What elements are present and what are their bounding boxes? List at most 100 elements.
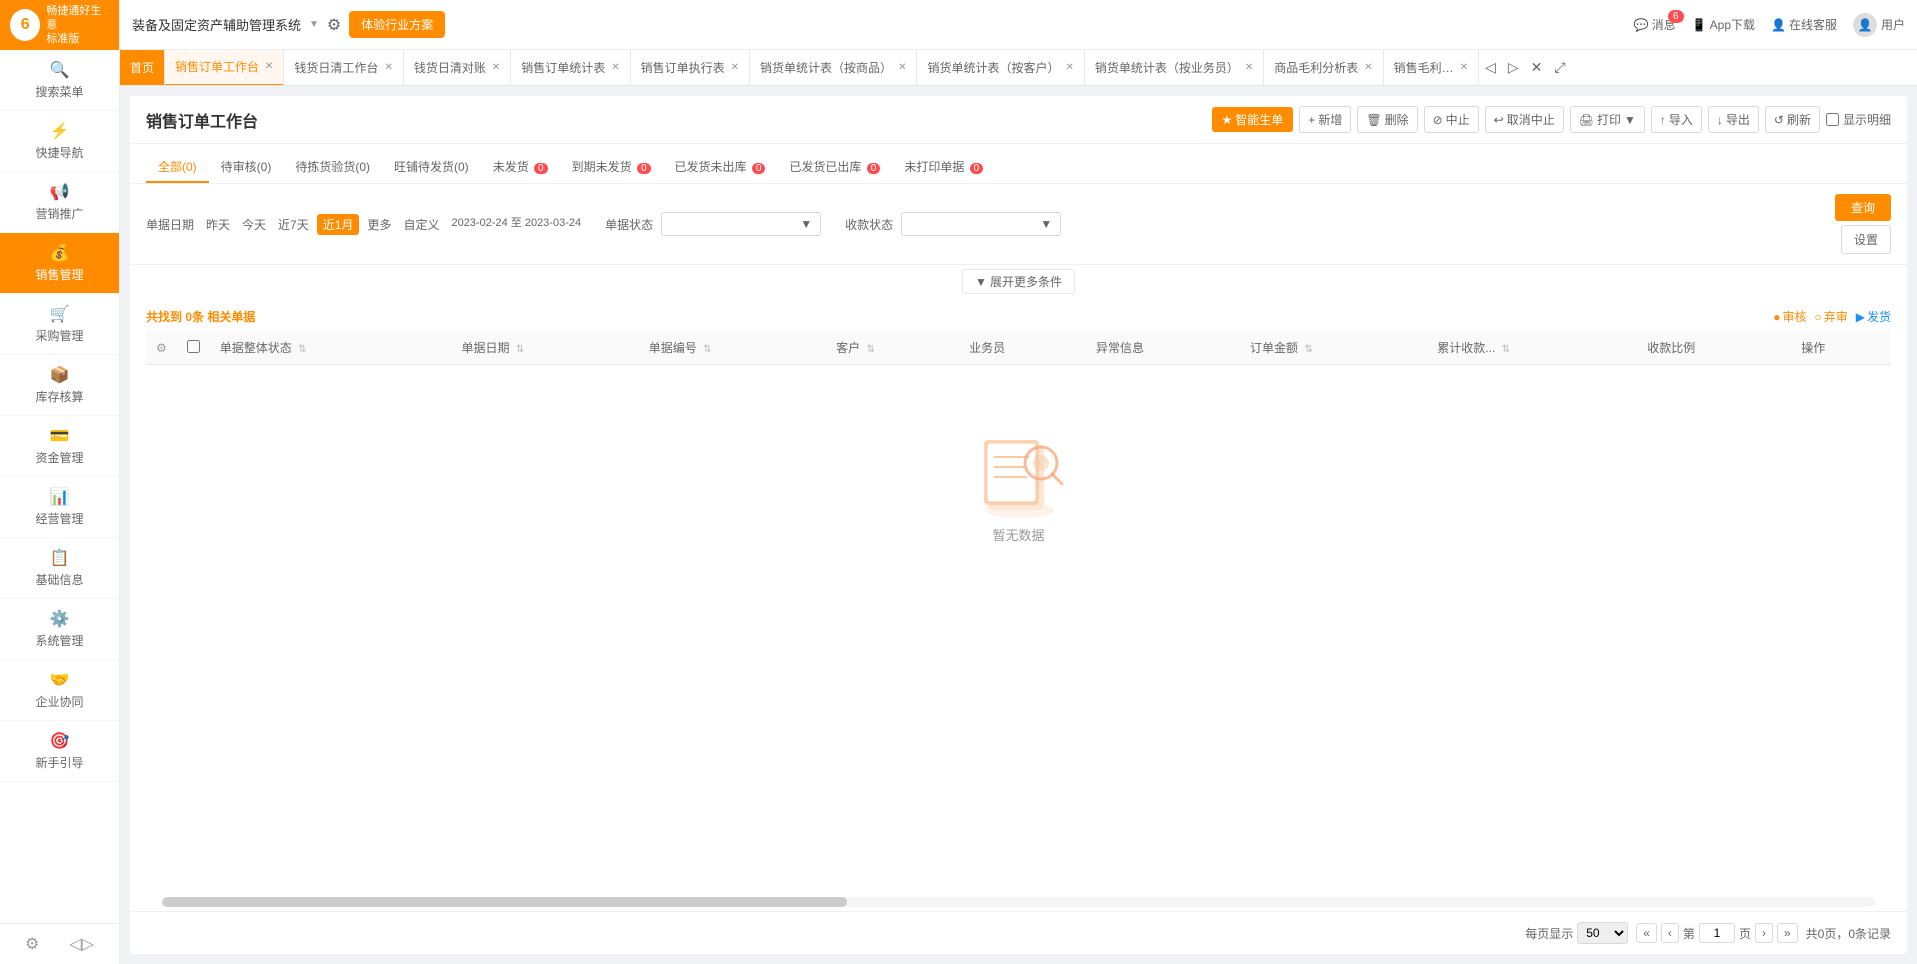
sidebar-item-purchase[interactable]: 🛒 采购管理: [0, 294, 119, 355]
first-page-btn[interactable]: «: [1636, 923, 1657, 943]
tab-cash-daily[interactable]: 钱货日清工作台 ✕: [284, 50, 403, 86]
sub-tab-not-shipped[interactable]: 未发货 0: [481, 152, 560, 183]
tab-close-icon[interactable]: ✕: [1460, 62, 1468, 73]
tab-fullscreen-btn[interactable]: ⤢: [1548, 50, 1571, 86]
sub-tab-not-printed[interactable]: 未打印单据 0: [892, 152, 995, 183]
gear-settings-btn[interactable]: ⚙: [327, 15, 341, 35]
date-today-btn[interactable]: 今天: [238, 214, 270, 235]
settings-footer-btn[interactable]: ⚙: [25, 934, 39, 954]
tab-close-icon[interactable]: ✕: [898, 62, 906, 73]
export-btn[interactable]: ↓ 导出: [1708, 106, 1759, 133]
tab-sales-workbench[interactable]: 销售订单工作台 ✕: [165, 50, 284, 86]
sidebar-item-basic-info[interactable]: 📋 基础信息: [0, 538, 119, 599]
batch-cancel-btn[interactable]: ○ 弃审: [1814, 308, 1847, 325]
app-download-btn[interactable]: 📱 App下载: [1692, 16, 1755, 33]
tab-sales-gross[interactable]: 销售毛利… ✕: [1384, 50, 1479, 86]
tab-home[interactable]: 首页: [120, 50, 165, 86]
online-service-btn[interactable]: 👤 在线客服: [1771, 16, 1837, 33]
tab-gross-margin[interactable]: 商品毛利分析表 ✕: [1264, 50, 1383, 86]
status-filter-select[interactable]: ▼: [661, 212, 821, 236]
query-btn[interactable]: 查询: [1835, 194, 1891, 221]
sub-tab-all[interactable]: 全部(0): [146, 152, 209, 183]
tab-close-icon[interactable]: ✕: [492, 62, 500, 73]
tab-scroll-right-btn[interactable]: ▷: [1502, 50, 1525, 86]
tab-close-icon[interactable]: ✕: [611, 62, 619, 73]
scrollbar-thumb[interactable]: [162, 897, 847, 907]
sub-tab-pending-review[interactable]: 待审核(0): [209, 152, 284, 183]
add-btn[interactable]: + 新增: [1299, 106, 1351, 133]
sidebar-item-capital[interactable]: 💳 资金管理: [0, 416, 119, 477]
shipped-not-out-badge: 0: [752, 163, 766, 174]
select-all-checkbox[interactable]: [187, 340, 200, 353]
sidebar-item-quick-nav[interactable]: ⚡ 快捷导航: [0, 111, 119, 172]
status-sort-icon[interactable]: ⇅: [298, 344, 306, 355]
empty-image: [959, 425, 1079, 525]
tab-sales-stats[interactable]: 销售订单统计表 ✕: [511, 50, 630, 86]
prev-page-btn[interactable]: ‹: [1661, 923, 1679, 943]
sub-tab-shipped-out[interactable]: 已发货已出库 0: [777, 152, 892, 183]
sub-tab-pending-inspect[interactable]: 待拣货验货(0): [283, 152, 382, 183]
tab-close-icon[interactable]: ✕: [731, 62, 739, 73]
print-btn[interactable]: 🖨 打印 ▼: [1570, 106, 1645, 133]
date-1month-btn[interactable]: 近1月: [317, 214, 360, 235]
tab-close-icon[interactable]: ✕: [384, 62, 392, 73]
cancel-stop-btn[interactable]: ↩ 取消中止: [1485, 106, 1564, 133]
collected-sort-icon[interactable]: ⇅: [1502, 344, 1510, 355]
tab-sales-customer[interactable]: 销货单统计表（按客户） ✕: [917, 50, 1084, 86]
message-btn[interactable]: 💬 消息 6: [1634, 16, 1676, 33]
table-header-row: ⚙ 单据整体状态 ⇅ 单据日期 ⇅: [146, 331, 1891, 365]
last-page-btn[interactable]: »: [1777, 923, 1798, 943]
horizontal-scrollbar[interactable]: [162, 897, 1875, 907]
refresh-btn[interactable]: ↺ 刷新: [1765, 106, 1820, 133]
sidebar-item-inventory[interactable]: 📦 库存核算: [0, 355, 119, 416]
sub-tab-overdue-not-shipped[interactable]: 到期未发货 0: [560, 152, 663, 183]
date-yesterday-btn[interactable]: 昨天: [202, 214, 234, 235]
collapse-sidebar-btn[interactable]: ◁▷: [69, 934, 94, 954]
page-size-select[interactable]: 10 20 50 100: [1577, 922, 1628, 944]
delete-btn[interactable]: 🗑 删除: [1357, 106, 1417, 133]
empty-illustration: [959, 425, 1079, 525]
tab-sales-exec[interactable]: 销售订单执行表 ✕: [631, 50, 750, 86]
date-sort-icon[interactable]: ⇅: [516, 344, 524, 355]
sub-tab-wangpu-ship[interactable]: 旺铺待发货(0): [382, 152, 481, 183]
sidebar-item-search[interactable]: 🔍 搜索菜单: [0, 50, 119, 111]
tab-close-icon[interactable]: ✕: [1364, 62, 1372, 73]
tab-sales-staff[interactable]: 销货单统计表（按业务员） ✕: [1085, 50, 1264, 86]
industry-solution-btn[interactable]: 体验行业方案: [349, 11, 445, 38]
payment-filter-select[interactable]: ▼: [901, 212, 1061, 236]
tab-close-icon[interactable]: ✕: [265, 61, 273, 72]
sub-tab-shipped-not-out[interactable]: 已发货未出库 0: [663, 152, 778, 183]
set-btn[interactable]: 设置: [1841, 225, 1891, 254]
page-number-input[interactable]: [1699, 923, 1735, 943]
date-more-btn[interactable]: 更多: [363, 214, 395, 235]
sidebar-item-sys-admin[interactable]: ⚙️ 系统管理: [0, 599, 119, 660]
tab-scroll-left-btn[interactable]: ◁: [1479, 50, 1502, 86]
sidebar-item-operations[interactable]: 📊 经营管理: [0, 477, 119, 538]
batch-review-btn[interactable]: ● 审核: [1773, 308, 1806, 325]
date-7days-btn[interactable]: 近7天: [274, 214, 313, 235]
import-btn[interactable]: ↑ 导入: [1651, 106, 1702, 133]
sidebar-item-enterprise[interactable]: 🤝 企业协同: [0, 660, 119, 721]
sidebar-footer: ⚙ ◁▷: [0, 923, 119, 964]
tab-close-icon[interactable]: ✕: [1245, 62, 1253, 73]
th-settings[interactable]: ⚙: [146, 331, 177, 365]
sidebar-item-sales[interactable]: 💰 销售管理: [0, 233, 119, 294]
user-menu-btn[interactable]: 👤 用户: [1853, 13, 1905, 37]
number-sort-icon[interactable]: ⇅: [703, 344, 711, 355]
tab-close-all-btn[interactable]: ✕: [1525, 50, 1549, 86]
show-detail-checkbox[interactable]: [1826, 113, 1839, 126]
sidebar-item-guide[interactable]: 🎯 新手引导: [0, 721, 119, 782]
stop-btn[interactable]: ⊘ 中止: [1424, 106, 1479, 133]
tab-close-icon[interactable]: ✕: [1065, 62, 1073, 73]
tab-cash-reconcile[interactable]: 钱货日清对账 ✕: [404, 50, 511, 86]
show-detail-label[interactable]: 显示明细: [1826, 111, 1891, 128]
smart-create-btn[interactable]: ★ 智能生单: [1212, 107, 1294, 132]
sidebar-item-marketing[interactable]: 📢 营销推广: [0, 172, 119, 233]
date-custom-btn[interactable]: 自定义: [399, 214, 443, 235]
customer-sort-icon[interactable]: ⇅: [867, 344, 875, 355]
expand-more-btn[interactable]: ▼ 展开更多条件: [962, 269, 1075, 294]
tab-sales-product[interactable]: 销货单统计表（按商品） ✕: [750, 50, 917, 86]
next-page-btn[interactable]: ›: [1755, 923, 1773, 943]
batch-ship-btn[interactable]: ▶ 发货: [1856, 308, 1891, 325]
amount-sort-icon[interactable]: ⇅: [1304, 344, 1312, 355]
